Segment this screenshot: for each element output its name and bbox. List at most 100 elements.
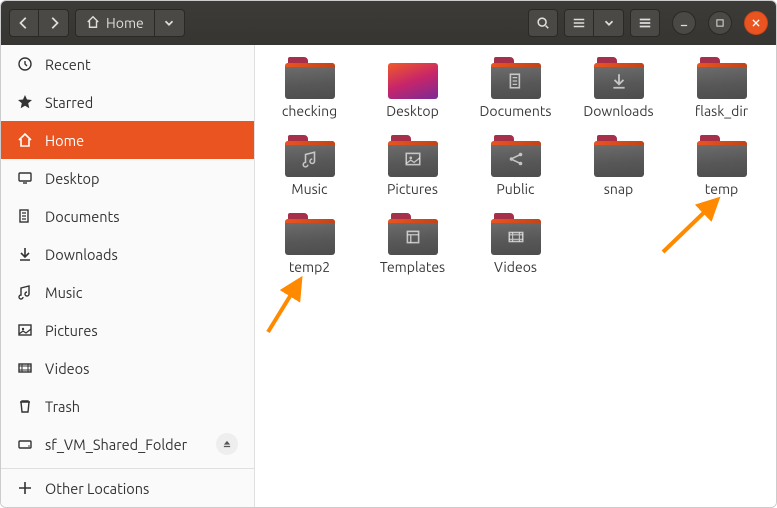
maximize-button[interactable] [708,11,732,35]
trash-icon [17,398,33,414]
sidebar-item-label: Other Locations [45,480,149,497]
eject-button[interactable] [216,433,238,455]
forward-button[interactable] [39,9,69,37]
path-home-button[interactable]: Home [75,9,155,37]
sidebar-item-trash[interactable]: Trash [1,387,254,425]
folder-music[interactable]: Music [263,135,356,197]
folder-label: Downloads [583,103,653,119]
documents-icon [491,63,541,99]
view-mode-group [564,9,624,37]
folder-downloads[interactable]: Downloads [572,57,665,119]
sidebar-item-desktop[interactable]: Desktop [1,159,254,197]
folder-label: Public [496,181,534,197]
sidebar-item-home[interactable]: Home [1,121,254,159]
folder-icon [388,135,438,177]
sidebar-item-pictures[interactable]: Pictures [1,311,254,349]
folder-temp[interactable]: temp [675,135,768,197]
documents-icon [17,208,33,224]
star-icon [17,94,33,110]
sidebar-item-recent[interactable]: Recent [1,45,254,83]
path-dropdown-button[interactable] [155,9,185,37]
folder-label: Videos [494,259,537,275]
share-icon [491,141,541,177]
folder-flask-dir[interactable]: flask_dir [675,57,768,119]
folder-icon [697,135,747,177]
folder-label: Music [291,181,327,197]
folder-desktop[interactable]: Desktop [366,57,459,119]
folder-icon [285,213,335,255]
sidebar-item-label: Trash [45,398,80,415]
folder-label: temp [705,181,738,197]
folder-videos[interactable]: Videos [469,213,562,275]
sidebar-item-label: Music [45,284,82,301]
list-view-button[interactable] [564,9,594,37]
sidebar-item-label: Home [45,132,84,149]
titlebar: Home [1,1,776,45]
sidebar-item-label: Documents [45,208,120,225]
sidebar: Recent Starred Home Desktop Documents Downloa… [1,45,255,507]
folder-documents[interactable]: Documents [469,57,562,119]
close-button[interactable] [744,11,768,35]
folder-icon [491,135,541,177]
folder-templates[interactable]: Templates [366,213,459,275]
path-label: Home [106,15,144,31]
downloads-icon [17,246,33,262]
home-icon [17,132,33,148]
sidebar-item-label: Downloads [45,246,118,263]
folder-icon [285,135,335,177]
sidebar-item-label: Starred [45,94,93,111]
sidebar-item-videos[interactable]: Videos [1,349,254,387]
downloads-icon [594,63,644,99]
videos-icon [491,219,541,255]
sidebar-item-label: Pictures [45,322,98,339]
desktop-icon [17,170,33,186]
templates-icon [388,219,438,255]
minimize-button[interactable] [672,11,696,35]
folder-label: Desktop [386,103,439,119]
folder-icon [491,57,541,99]
sidebar-item-label: Videos [45,360,89,377]
sidebar-item-label: sf_VM_Shared_Folder [45,436,187,453]
folder-icon [697,57,747,99]
hamburger-menu-button[interactable] [630,9,660,37]
folder-icon [491,213,541,255]
folder-icon [285,57,335,99]
folder-temp2[interactable]: temp2 [263,213,356,275]
folder-snap[interactable]: snap [572,135,665,197]
folder-icon [388,57,438,99]
folder-label: Pictures [387,181,438,197]
home-icon [86,15,100,32]
music-icon [285,141,335,177]
sidebar-item-starred[interactable]: Starred [1,83,254,121]
file-manager-window: Home Recent Starred Home Desktop Documents Do… [0,0,777,508]
folder-label: Documents [480,103,552,119]
sidebar-item-documents[interactable]: Documents [1,197,254,235]
sidebar-item-label: Desktop [45,170,99,187]
folder-public[interactable]: Public [469,135,562,197]
folder-checking[interactable]: checking [263,57,356,119]
back-button[interactable] [9,9,39,37]
folder-pictures[interactable]: Pictures [366,135,459,197]
view-dropdown-button[interactable] [594,9,624,37]
folder-label: flask_dir [695,103,748,119]
folder-label: temp2 [289,259,330,275]
folder-icon [388,213,438,255]
plus-icon [17,480,33,496]
sidebar-item-music[interactable]: Music [1,273,254,311]
pictures-icon [388,141,438,177]
drive-icon [17,436,33,452]
sidebar-item-downloads[interactable]: Downloads [1,235,254,273]
sidebar-other-locations[interactable]: Other Locations [1,469,254,507]
folder-icon [594,135,644,177]
music-icon [17,284,33,300]
file-pane[interactable]: checking Desktop Documents Downloads flask_d… [255,45,776,507]
folder-icon [594,57,644,99]
pictures-icon [17,322,33,338]
sidebar-item-sf-vm-shared-folder[interactable]: sf_VM_Shared_Folder [1,425,254,463]
folder-label: checking [282,103,337,119]
nav-group [9,9,69,37]
path-bar: Home [75,9,185,37]
search-button[interactable] [528,9,558,37]
folder-label: snap [604,181,633,197]
videos-icon [17,360,33,376]
